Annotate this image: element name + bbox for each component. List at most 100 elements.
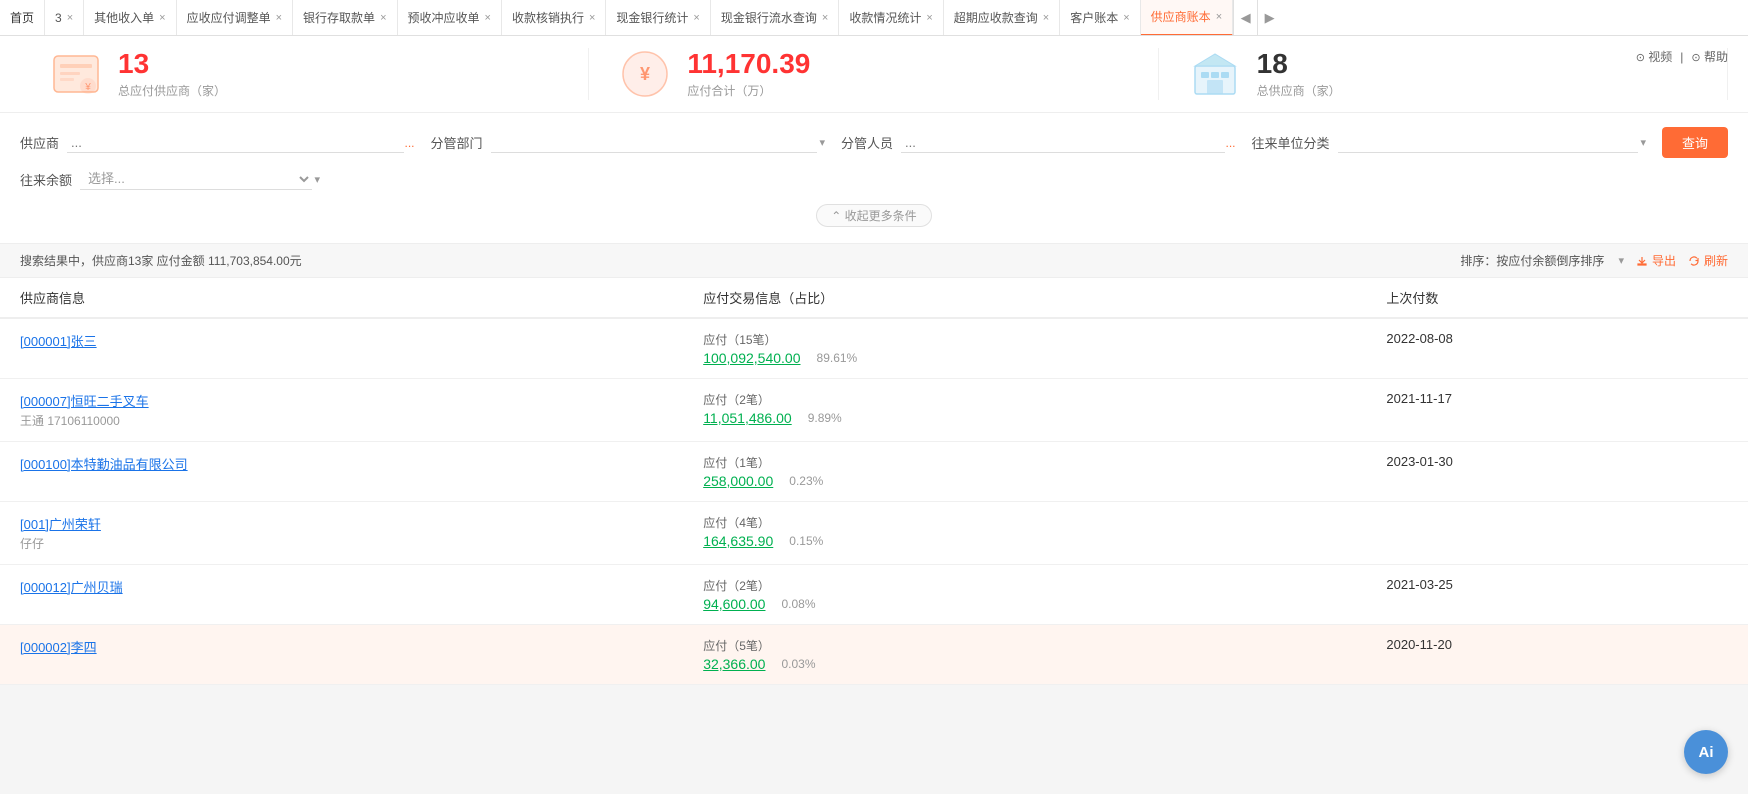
refresh-button[interactable]: 刷新	[1688, 252, 1728, 269]
last-pay-5: 2020-11-20	[1386, 637, 1728, 652]
other-income-close[interactable]: ×	[159, 12, 165, 24]
cash-flow-close[interactable]: ×	[822, 12, 828, 24]
nav-tab-pre-recv[interactable]: 预收冲应收单 ×	[398, 0, 502, 36]
balance-field: 往来余额 选择... ▾	[20, 168, 320, 190]
query-button[interactable]: 查询	[1662, 127, 1728, 158]
recv-verify-label: 收款核销执行	[512, 9, 584, 26]
supplier-link-2[interactable]: [000100]本特勤油品有限公司	[20, 457, 188, 472]
svg-text:¥: ¥	[84, 82, 91, 93]
collapse-button[interactable]: ⌃ 收起更多条件	[816, 204, 931, 227]
tx-amount-0[interactable]: 100,092,540.00	[703, 350, 800, 366]
card3-label: 总供应商（家）	[1257, 82, 1341, 99]
nav-tab-ar-ap[interactable]: 应收应付调整单 ×	[177, 0, 293, 36]
tx-label-3: 应付（4笔）	[703, 514, 1386, 531]
pre-recv-close[interactable]: ×	[485, 12, 491, 24]
person-more-btn[interactable]: ...	[1225, 136, 1235, 150]
tx-percent-4: 0.08%	[781, 597, 815, 611]
nav-tab-home[interactable]: 首页	[0, 0, 45, 36]
card2-info: 11,170.39 应付合计（万）	[687, 50, 810, 99]
tab3-label: 3	[55, 11, 62, 25]
supplier-link-0[interactable]: [000001]张三	[20, 334, 97, 349]
refresh-icon	[1688, 255, 1700, 267]
nav-tab-3[interactable]: 3 ×	[45, 0, 84, 36]
nav-tab-cash-flow[interactable]: 现金银行流水查询 ×	[711, 0, 839, 36]
unit-class-dropdown-icon[interactable]: ▾	[1640, 136, 1646, 149]
supplier-link-5[interactable]: [000002]李四	[20, 640, 97, 655]
nav-tab-recv-stat[interactable]: 收款情况统计 ×	[839, 0, 943, 36]
tab3-close[interactable]: ×	[67, 12, 73, 24]
supplier-sub-3: 仔仔	[20, 535, 703, 552]
col-header-tx: 应付交易信息（占比）	[703, 288, 1386, 307]
sort-dropdown-icon[interactable]: ▾	[1618, 254, 1624, 267]
table-row: [001]广州荣轩 仔仔 应付（4笔） 164,635.90 0.15%	[0, 502, 1748, 565]
ai-button[interactable]: Ai	[1684, 730, 1728, 774]
nav-arrow-right[interactable]: ▶	[1257, 0, 1281, 36]
last-pay-1: 2021-11-17	[1386, 391, 1728, 406]
supplier-more-btn[interactable]: ...	[404, 136, 414, 150]
card1-info: 13 总应付供应商（家）	[118, 50, 226, 99]
tx-row-5: 32,366.00 0.03%	[703, 656, 1386, 672]
balance-dropdown-icon[interactable]: ▾	[314, 173, 320, 186]
supplier-input[interactable]	[67, 133, 404, 153]
tx-amount-3[interactable]: 164,635.90	[703, 533, 773, 549]
person-field: 分管人员 ...	[841, 133, 1236, 153]
balance-label: 往来余额	[20, 170, 72, 189]
video-link[interactable]: ⊙ 视频	[1636, 48, 1673, 65]
collapse-bar: ⌃ 收起更多条件	[20, 200, 1728, 235]
supplier-sub-1: 王通 17106110000	[20, 412, 703, 429]
card2-label: 应付合计（万）	[687, 82, 810, 99]
tx-amount-5[interactable]: 32,366.00	[703, 656, 765, 672]
tx-label-1: 应付（2笔）	[703, 391, 1386, 408]
supplier-link-4[interactable]: [000012]广州贝瑞	[20, 580, 123, 595]
supplier-label: 供应商	[20, 133, 59, 152]
customer-ledger-close[interactable]: ×	[1123, 12, 1129, 24]
last-pay-2: 2023-01-30	[1386, 454, 1728, 469]
nav-tab-bank[interactable]: 银行存取款单 ×	[293, 0, 397, 36]
col-header-last-pay: 上次付数	[1386, 288, 1728, 307]
nav-tab-other-income[interactable]: 其他收入单 ×	[84, 0, 176, 36]
unit-class-input[interactable]	[1338, 133, 1639, 153]
recv-verify-close[interactable]: ×	[589, 12, 595, 24]
supplier-ledger-label: 供应商账本	[1151, 8, 1211, 25]
nav-tab-cash-bank-stat[interactable]: 现金银行统计 ×	[606, 0, 710, 36]
nav-arrow-left[interactable]: ◀	[1233, 0, 1257, 36]
help-link[interactable]: ⊙ 帮助	[1691, 48, 1728, 65]
overdue-label: 超期应收款查询	[954, 9, 1038, 26]
tx-label-0: 应付（15笔）	[703, 331, 1386, 348]
nav-tab-recv-verify[interactable]: 收款核销执行 ×	[502, 0, 606, 36]
nav-tab-supplier-ledger[interactable]: 供应商账本 ×	[1141, 0, 1233, 36]
recv-stat-close[interactable]: ×	[926, 12, 932, 24]
bank-close[interactable]: ×	[380, 12, 386, 24]
tx-amount-2[interactable]: 258,000.00	[703, 473, 773, 489]
table-row: [000001]张三 应付（15笔） 100,092,540.00 89.61%…	[0, 319, 1748, 379]
overdue-close[interactable]: ×	[1043, 12, 1049, 24]
export-button[interactable]: 导出	[1636, 252, 1676, 269]
search-row-1: 供应商 ... 分管部门 ▾ 分管人员 ... 往来单位分类 ▾ 查询	[20, 127, 1728, 158]
tx-amount-4[interactable]: 94,600.00	[703, 596, 765, 612]
supplier-link-1[interactable]: [000007]恒旺二手叉车	[20, 394, 149, 409]
tx-info-2: 应付（1笔） 258,000.00 0.23%	[703, 454, 1386, 489]
result-actions: 排序：按应付余额倒序排序 ▾ 导出 刷新	[1460, 252, 1728, 269]
dept-dropdown-icon[interactable]: ▾	[819, 136, 825, 149]
card2-value: 11,170.39	[687, 50, 810, 78]
supplier-ledger-close[interactable]: ×	[1216, 11, 1222, 23]
balance-select[interactable]: 选择...	[80, 168, 312, 190]
tx-row-0: 100,092,540.00 89.61%	[703, 350, 1386, 366]
nav-tab-overdue[interactable]: 超期应收款查询 ×	[944, 0, 1060, 36]
person-input[interactable]	[901, 133, 1225, 153]
dept-input[interactable]	[491, 133, 818, 153]
nav-tab-customer-ledger[interactable]: 客户账本 ×	[1060, 0, 1140, 36]
ar-ap-close[interactable]: ×	[276, 12, 282, 24]
divider: |	[1680, 50, 1683, 64]
tx-percent-1: 9.89%	[808, 411, 842, 425]
export-icon	[1636, 255, 1648, 267]
supplier-info-0: [000001]张三	[20, 331, 703, 352]
tx-amount-1[interactable]: 11,051,486.00	[703, 410, 792, 426]
supplier-info-5: [000002]李四	[20, 637, 703, 658]
supplier-info-1: [000007]恒旺二手叉车 王通 17106110000	[20, 391, 703, 429]
table-row: [000012]广州贝瑞 应付（2笔） 94,600.00 0.08% 2021…	[0, 565, 1748, 625]
cash-bank-stat-close[interactable]: ×	[693, 12, 699, 24]
top-nav: 首页 3 × 其他收入单 × 应收应付调整单 × 银行存取款单 × 预收冲应收单…	[0, 0, 1748, 36]
supplier-link-3[interactable]: [001]广州荣轩	[20, 517, 101, 532]
home-label: 首页	[10, 9, 34, 26]
